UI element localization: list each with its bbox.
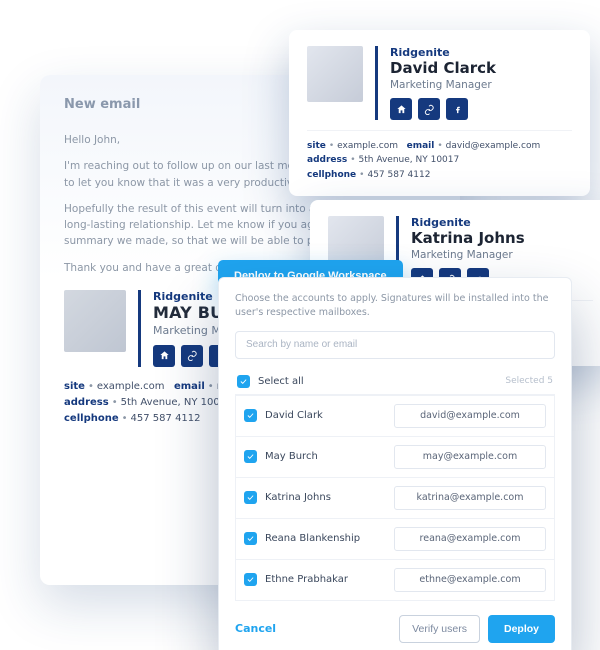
home-icon[interactable] (153, 345, 175, 367)
signature-preview-card: Ridgenite David Clarck Marketing Manager… (289, 30, 590, 196)
facebook-icon[interactable] (446, 98, 468, 120)
signature-name: David Clarck (390, 59, 496, 77)
user-email: reana@example.com (394, 527, 546, 551)
user-name: Katrina Johns (265, 492, 386, 503)
link-icon[interactable] (418, 98, 440, 120)
user-checkbox[interactable] (244, 532, 257, 545)
search-input[interactable] (235, 331, 555, 359)
home-icon[interactable] (390, 98, 412, 120)
user-email: may@example.com (394, 445, 546, 469)
verify-users-button[interactable]: Verify users (399, 615, 480, 643)
user-email: david@example.com (394, 404, 546, 428)
user-name: Ethne Prabhakar (265, 574, 386, 585)
user-checkbox[interactable] (244, 491, 257, 504)
user-email: katrina@example.com (394, 486, 546, 510)
user-name: David Clark (265, 410, 386, 421)
user-checkbox[interactable] (244, 573, 257, 586)
signature-company: Ridgenite (390, 46, 496, 59)
user-name: Reana Blankenship (265, 533, 386, 544)
user-row: Reana Blankenship reana@example.com (235, 519, 555, 560)
user-list: David Clark david@example.com May Burch may… (235, 395, 555, 601)
user-checkbox[interactable] (244, 409, 257, 422)
avatar (307, 46, 363, 102)
select-all-label: Select all (258, 376, 304, 387)
cancel-link[interactable]: Cancel (235, 622, 276, 635)
deploy-modal: Choose the accounts to apply. Signatures… (218, 277, 572, 650)
signature-divider (138, 290, 141, 367)
user-email: ethne@example.com (394, 568, 546, 592)
user-checkbox[interactable] (244, 450, 257, 463)
signature-divider (375, 46, 378, 120)
user-row: May Burch may@example.com (235, 437, 555, 478)
signature-contact-info: site•example.com email•david@example.com… (307, 139, 572, 182)
user-name: May Burch (265, 451, 386, 462)
user-row: Ethne Prabhakar ethne@example.com (235, 560, 555, 601)
selected-count: Selected 5 (505, 376, 553, 386)
deploy-button[interactable]: Deploy (488, 615, 555, 643)
modal-caption: Choose the accounts to apply. Signatures… (235, 292, 555, 321)
user-row: Katrina Johns katrina@example.com (235, 478, 555, 519)
user-row: David Clark david@example.com (235, 395, 555, 437)
signature-company: Ridgenite (411, 216, 525, 229)
signature-role: Marketing Manager (411, 249, 525, 261)
link-icon[interactable] (181, 345, 203, 367)
signature-role: Marketing Manager (390, 79, 496, 91)
avatar (64, 290, 126, 352)
signature-name: Katrina Johns (411, 229, 525, 247)
select-all-checkbox[interactable] (237, 375, 250, 388)
